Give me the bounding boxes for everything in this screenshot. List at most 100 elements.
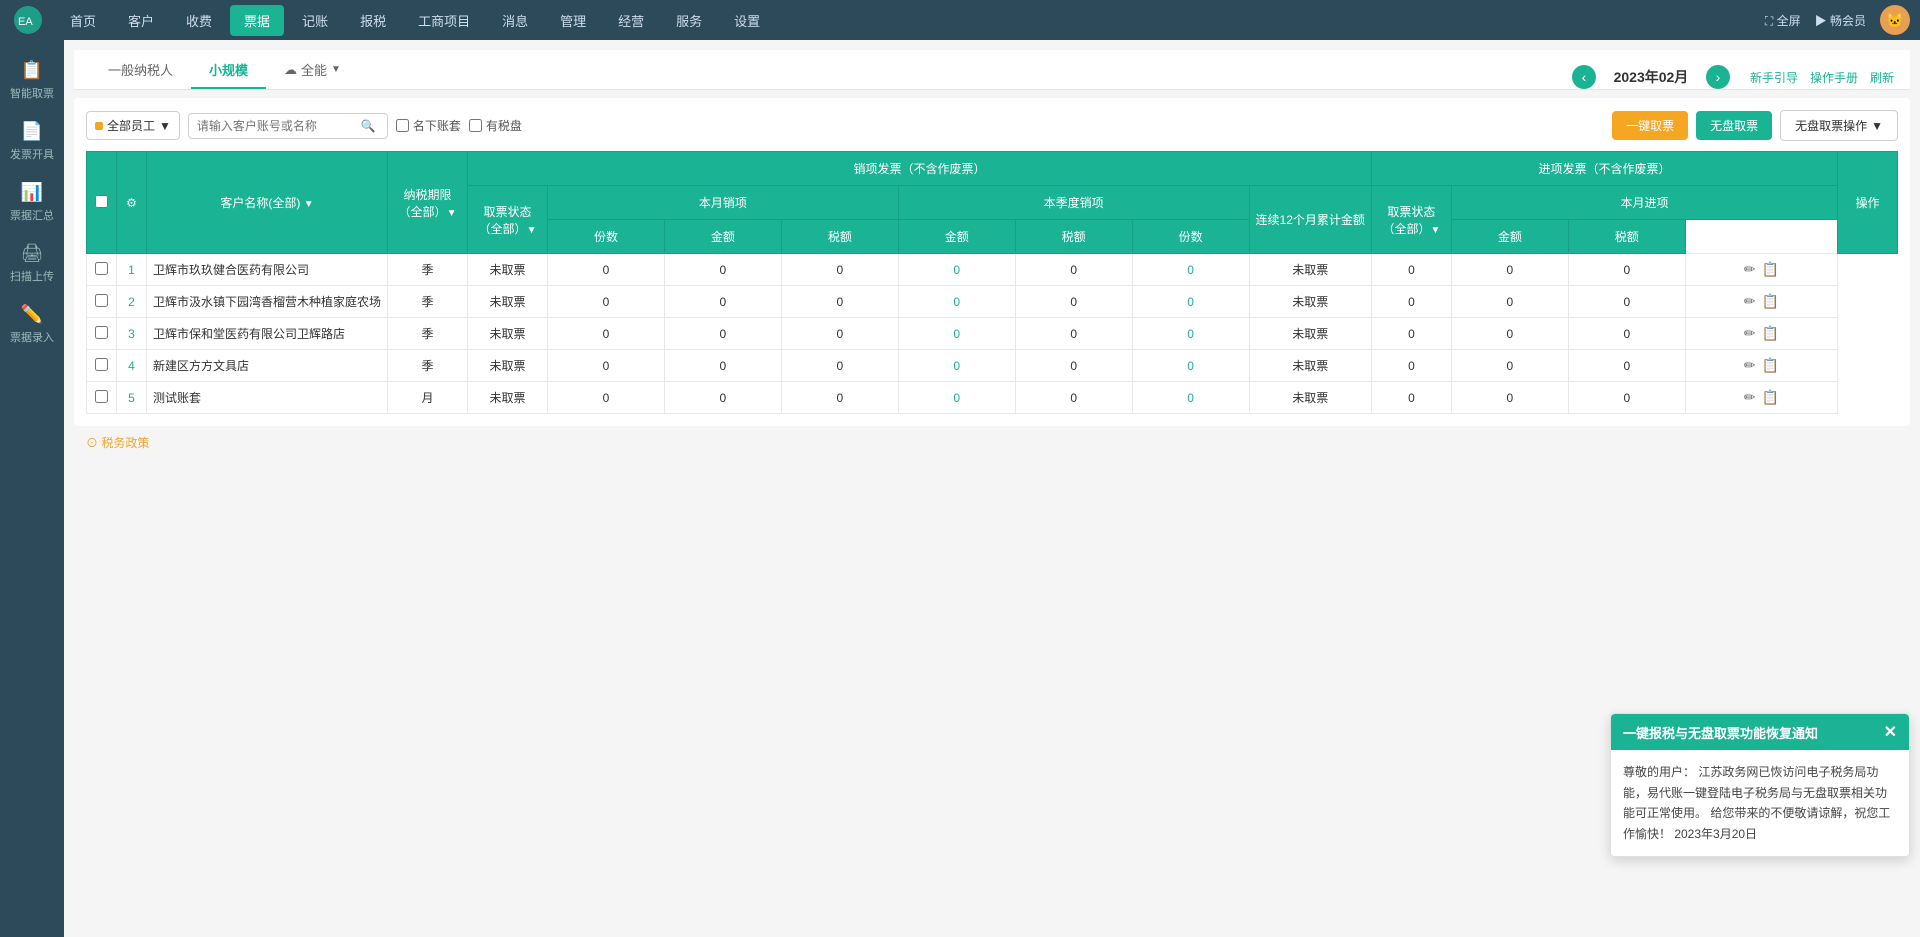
row-sales-quarter-amount-link-2[interactable]: 0 [953, 327, 960, 341]
refresh-link[interactable]: 刷新 [1870, 69, 1894, 86]
row-sales-quarter-amount-link-0[interactable]: 0 [953, 263, 960, 277]
row-check-0[interactable] [87, 254, 117, 286]
notification-close-btn[interactable]: ✕ [1884, 722, 1897, 742]
row-tax-period-3: 季 [388, 350, 468, 382]
vip-btn[interactable]: ▶ 畅会员 [1815, 12, 1866, 29]
row-sales-quarter-amount-link-3[interactable]: 0 [953, 359, 960, 373]
row-sales-12month-link-3[interactable]: 0 [1187, 359, 1194, 373]
bottom-bar[interactable]: ⊙ 税务政策 [74, 426, 1910, 459]
nav-item-设置[interactable]: 设置 [720, 5, 774, 36]
search-box: 🔍 [188, 113, 388, 139]
sidebar-icon-4: ✏️ [21, 304, 43, 325]
row-edit-icon-1[interactable]: ✏ [1744, 293, 1756, 310]
row-sales-month-amount-2: 0 [664, 318, 781, 350]
sidebar-item-4[interactable]: ✏️票据录入 [0, 294, 64, 355]
row-sales-month-amount-1: 0 [664, 286, 781, 318]
notification-popup: 一键报税与无盘取票功能恢复通知 ✕ 尊敬的用户： 江苏政务网已恢访问电子税务局功… [1610, 713, 1910, 857]
nav-item-记账[interactable]: 记账 [288, 5, 342, 36]
row-checkbox-0[interactable] [95, 262, 108, 275]
row-check-2[interactable] [87, 318, 117, 350]
row-detail-icon-1[interactable]: 📋 [1762, 293, 1779, 310]
row-sales-month-tax-4: 0 [781, 382, 898, 414]
employee-select[interactable]: 全部员工 ▼ [86, 111, 180, 140]
row-check-1[interactable] [87, 286, 117, 318]
svg-text:EA: EA [18, 16, 33, 28]
prev-period-btn[interactable]: ‹ [1572, 65, 1596, 89]
row-sales-month-count-3: 0 [548, 350, 665, 382]
tab-item-0[interactable]: 一般纳税人 [90, 50, 191, 89]
sidebar-icon-1: 📄 [21, 121, 43, 142]
row-checkbox-1[interactable] [95, 294, 108, 307]
tax-disk-filter[interactable]: 有税盘 [469, 117, 522, 134]
row-sales-month-count-0: 0 [548, 254, 665, 286]
row-detail-icon-4[interactable]: 📋 [1762, 389, 1779, 406]
nav-item-首页[interactable]: 首页 [56, 5, 110, 36]
nav-item-管理[interactable]: 管理 [546, 5, 600, 36]
row-detail-icon-0[interactable]: 📋 [1762, 261, 1779, 278]
row-sales-quarter-amount-link-1[interactable]: 0 [953, 295, 960, 309]
no-disk-ticket-btn[interactable]: 无盘取票 [1696, 111, 1772, 140]
sidebar-item-2[interactable]: 📊票据汇总 [0, 172, 64, 233]
row-sales-12month-link-2[interactable]: 0 [1187, 327, 1194, 341]
row-edit-icon-3[interactable]: ✏ [1744, 357, 1756, 374]
tab-item-2[interactable]: ☁ 全能 ▼ [266, 50, 359, 89]
guide-link[interactable]: 新手引导 [1750, 69, 1798, 86]
my-account-filter[interactable]: 名下账套 [396, 117, 461, 134]
next-period-btn[interactable]: › [1706, 65, 1730, 89]
row-sales-quarter-tax-3: 0 [1015, 350, 1132, 382]
one-key-ticket-btn[interactable]: 一键取票 [1612, 111, 1688, 140]
row-sales-quarter-amount-link-4[interactable]: 0 [953, 391, 960, 405]
row-sales-12month-link-1[interactable]: 0 [1187, 295, 1194, 309]
row-sales-12month-link-4[interactable]: 0 [1187, 391, 1194, 405]
row-check-4[interactable] [87, 382, 117, 414]
row-sales-month-amount-3: 0 [664, 350, 781, 382]
select-all-checkbox[interactable] [95, 195, 108, 208]
sidebar-icon-3: 🖨 [21, 243, 44, 264]
row-tax-period-4: 月 [388, 382, 468, 414]
manual-link[interactable]: 操作手册 [1810, 69, 1858, 86]
row-purchase-month-amount-0: 0 [1451, 254, 1568, 286]
row-index-0: 1 [117, 254, 147, 286]
table-row: 1 卫辉市玖玖健合医药有限公司 季 未取票 0 0 0 0 0 0 未取票 0 … [87, 254, 1898, 286]
my-account-checkbox[interactable] [396, 119, 409, 132]
nav-item-工商项目[interactable]: 工商项目 [404, 5, 484, 36]
avatar[interactable]: 🐱 [1880, 5, 1910, 35]
row-edit-icon-4[interactable]: ✏ [1744, 389, 1756, 406]
row-purchase-month-count-4: 0 [1371, 382, 1451, 414]
row-check-3[interactable] [87, 350, 117, 382]
row-edit-icon-0[interactable]: ✏ [1744, 261, 1756, 278]
row-sales-12month-2: 0 [1132, 318, 1249, 350]
search-input[interactable] [197, 119, 357, 133]
nav-item-经营[interactable]: 经营 [604, 5, 658, 36]
tab-item-1[interactable]: 小规模 [191, 50, 266, 89]
nav-item-消息[interactable]: 消息 [488, 5, 542, 36]
toolbar-right: 一键取票 无盘取票 无盘取票操作 ▼ [1612, 110, 1898, 141]
row-detail-icon-2[interactable]: 📋 [1762, 325, 1779, 342]
row-detail-icon-3[interactable]: 📋 [1762, 357, 1779, 374]
row-tax-period-0: 季 [388, 254, 468, 286]
th-setting[interactable]: ⚙ [117, 152, 147, 254]
sidebar-item-3[interactable]: 🖨扫描上传 [0, 233, 64, 294]
row-sales-12month-link-0[interactable]: 0 [1187, 263, 1194, 277]
row-checkbox-4[interactable] [95, 390, 108, 403]
row-checkbox-2[interactable] [95, 326, 108, 339]
period-right: 新手引导 操作手册 刷新 [1750, 69, 1894, 86]
nav-item-收费[interactable]: 收费 [172, 5, 226, 36]
row-edit-icon-2[interactable]: ✏ [1744, 325, 1756, 342]
fullscreen-btn[interactable]: ⛶ 全屏 [1765, 12, 1801, 29]
row-sales-12month-3: 0 [1132, 350, 1249, 382]
sidebar-label-0: 智能取票 [10, 85, 54, 101]
search-icon[interactable]: 🔍 [361, 119, 376, 133]
period-center: ‹ 2023年02月 › [1572, 65, 1730, 89]
th-check [87, 152, 117, 254]
nav-item-服务[interactable]: 服务 [662, 5, 716, 36]
sidebar-item-1[interactable]: 📄发票开具 [0, 111, 64, 172]
sidebar-item-0[interactable]: 📋智能取票 [0, 50, 64, 111]
tax-disk-checkbox[interactable] [469, 119, 482, 132]
row-checkbox-3[interactable] [95, 358, 108, 371]
nav-item-报税[interactable]: 报税 [346, 5, 400, 36]
notification-body: 尊敬的用户： 江苏政务网已恢访问电子税务局功能，易代账一键登陆电子税务局与无盘取… [1611, 750, 1909, 856]
nav-item-客户[interactable]: 客户 [114, 5, 168, 36]
no-disk-ops-btn[interactable]: 无盘取票操作 ▼ [1780, 110, 1898, 141]
nav-item-票据[interactable]: 票据 [230, 5, 284, 36]
